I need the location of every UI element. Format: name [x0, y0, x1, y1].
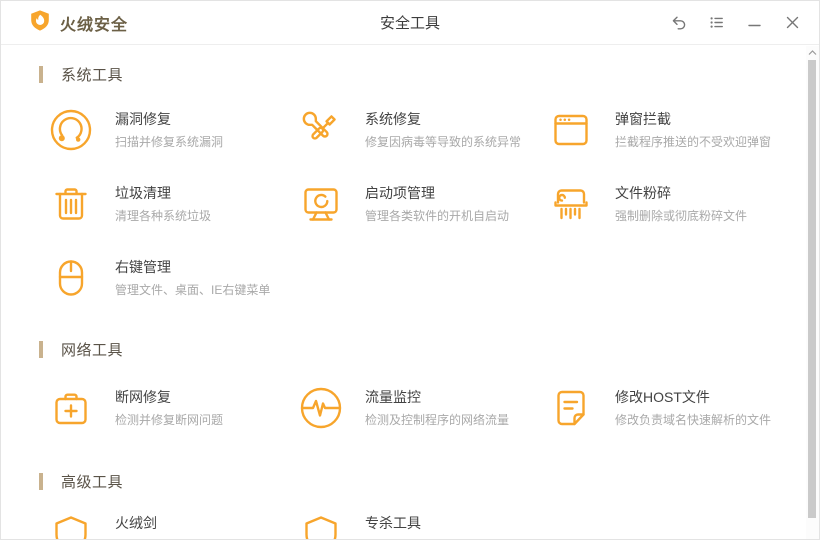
titlebar: 火绒安全 安全工具 [1, 1, 819, 45]
special-killer-icon [299, 512, 343, 539]
section-header: 系统工具 [39, 62, 819, 86]
minimize-icon[interactable] [746, 14, 763, 31]
tool-item-vulnerability-fix[interactable]: 漏洞修复 扫描并修复系统漏洞 [49, 108, 299, 152]
tool-item-huorong-sword[interactable]: 火绒剑 [49, 512, 299, 539]
section-title: 网络工具 [61, 341, 124, 359]
system-repair-icon [299, 108, 343, 152]
app-window: 火绒安全 安全工具 系统工具 漏洞修复 扫描并修复系统漏洞 系统修复 修复因病毒… [0, 0, 820, 540]
tool-item-host-file[interactable]: 修改HOST文件 修改负责域名快速解析的文件 [549, 386, 799, 430]
tool-desc: 检测及控制程序的网络流量 [365, 413, 510, 427]
window-controls [670, 14, 801, 31]
brand: 火绒安全 [29, 9, 128, 37]
tool-desc: 强制删除或彻底粉碎文件 [615, 209, 748, 223]
context-menu-icon [49, 256, 93, 300]
tools-grid: 火绒剑 专杀工具 [49, 512, 819, 539]
section-accent-bar [39, 65, 43, 83]
junk-clean-icon [49, 182, 93, 226]
app-name: 火绒安全 [60, 16, 129, 34]
tool-title: 漏洞修复 [115, 111, 171, 127]
tool-item-context-menu[interactable]: 右键管理 管理文件、桌面、IE右键菜单 [49, 256, 299, 300]
menu-list-icon[interactable] [708, 14, 725, 31]
tool-title: 火绒剑 [115, 515, 157, 531]
tool-title: 修改HOST文件 [615, 389, 710, 405]
huorong-sword-icon [49, 512, 93, 539]
section-advanced-tools: 高级工具 火绒剑 专杀工具 [39, 469, 819, 539]
tool-desc: 扫描并修复系统漏洞 [115, 135, 224, 149]
startup-manager-icon [299, 182, 343, 226]
tool-desc: 管理各类软件的开机自启动 [365, 209, 510, 223]
tool-desc: 检测并修复断网问题 [115, 413, 224, 427]
tool-item-file-shredder[interactable]: 文件粉碎 强制删除或彻底粉碎文件 [549, 182, 799, 226]
host-file-icon [549, 386, 593, 430]
tool-title: 断网修复 [115, 389, 171, 405]
tool-title: 文件粉碎 [615, 185, 671, 201]
tool-title: 右键管理 [115, 259, 171, 275]
tools-grid: 漏洞修复 扫描并修复系统漏洞 系统修复 修复因病毒等导致的系统异常 弹窗拦截 拦… [49, 108, 819, 300]
section-network-tools: 网络工具 断网修复 检测并修复断网问题 流量监控 检测及控制程序的网络流量 修改… [39, 337, 819, 430]
tool-title: 垃圾清理 [115, 185, 171, 201]
tool-desc: 修改负责域名快速解析的文件 [615, 413, 772, 427]
security-tools-page: 系统工具 漏洞修复 扫描并修复系统漏洞 系统修复 修复因病毒等导致的系统异常 弹… [1, 62, 819, 539]
section-accent-bar [39, 472, 43, 490]
close-icon[interactable] [784, 14, 801, 31]
traffic-monitor-icon [299, 386, 343, 430]
section-title: 系统工具 [61, 66, 124, 84]
tool-desc: 修复因病毒等导致的系统异常 [365, 135, 522, 149]
tool-desc: 管理文件、桌面、IE右键菜单 [115, 283, 271, 297]
section-header: 网络工具 [39, 337, 819, 361]
network-repair-icon [49, 386, 93, 430]
tool-item-junk-clean[interactable]: 垃圾清理 清理各种系统垃圾 [49, 182, 299, 226]
section-title: 高级工具 [61, 473, 124, 491]
tools-grid: 断网修复 检测并修复断网问题 流量监控 检测及控制程序的网络流量 修改HOST文… [49, 386, 819, 430]
tool-title: 弹窗拦截 [615, 111, 671, 127]
back-icon[interactable] [670, 14, 687, 31]
tool-desc: 清理各种系统垃圾 [115, 209, 212, 223]
huorong-logo-icon [29, 9, 51, 37]
tool-title: 流量监控 [365, 389, 421, 405]
tool-item-system-repair[interactable]: 系统修复 修复因病毒等导致的系统异常 [299, 108, 549, 152]
section-header: 高级工具 [39, 469, 819, 493]
tool-title: 专杀工具 [365, 515, 421, 531]
tool-item-special-killer[interactable]: 专杀工具 [299, 512, 549, 539]
vulnerability-fix-icon [49, 108, 93, 152]
section-system-tools: 系统工具 漏洞修复 扫描并修复系统漏洞 系统修复 修复因病毒等导致的系统异常 弹… [39, 62, 819, 300]
tool-title: 系统修复 [365, 111, 421, 127]
tool-title: 启动项管理 [365, 185, 435, 201]
scrollbar-thumb[interactable] [808, 60, 816, 518]
tool-desc: 拦截程序推送的不受欢迎弹窗 [615, 135, 772, 149]
tool-item-startup-manager[interactable]: 启动项管理 管理各类软件的开机自启动 [299, 182, 549, 226]
popup-block-icon [549, 108, 593, 152]
section-accent-bar [39, 340, 43, 358]
scrollbar-up-arrow-icon[interactable] [807, 47, 818, 59]
tool-item-popup-block[interactable]: 弹窗拦截 拦截程序推送的不受欢迎弹窗 [549, 108, 799, 152]
tool-item-traffic-monitor[interactable]: 流量监控 检测及控制程序的网络流量 [299, 386, 549, 430]
file-shredder-icon [549, 182, 593, 226]
tool-item-network-repair[interactable]: 断网修复 检测并修复断网问题 [49, 386, 299, 430]
scrollbar[interactable] [806, 46, 819, 539]
